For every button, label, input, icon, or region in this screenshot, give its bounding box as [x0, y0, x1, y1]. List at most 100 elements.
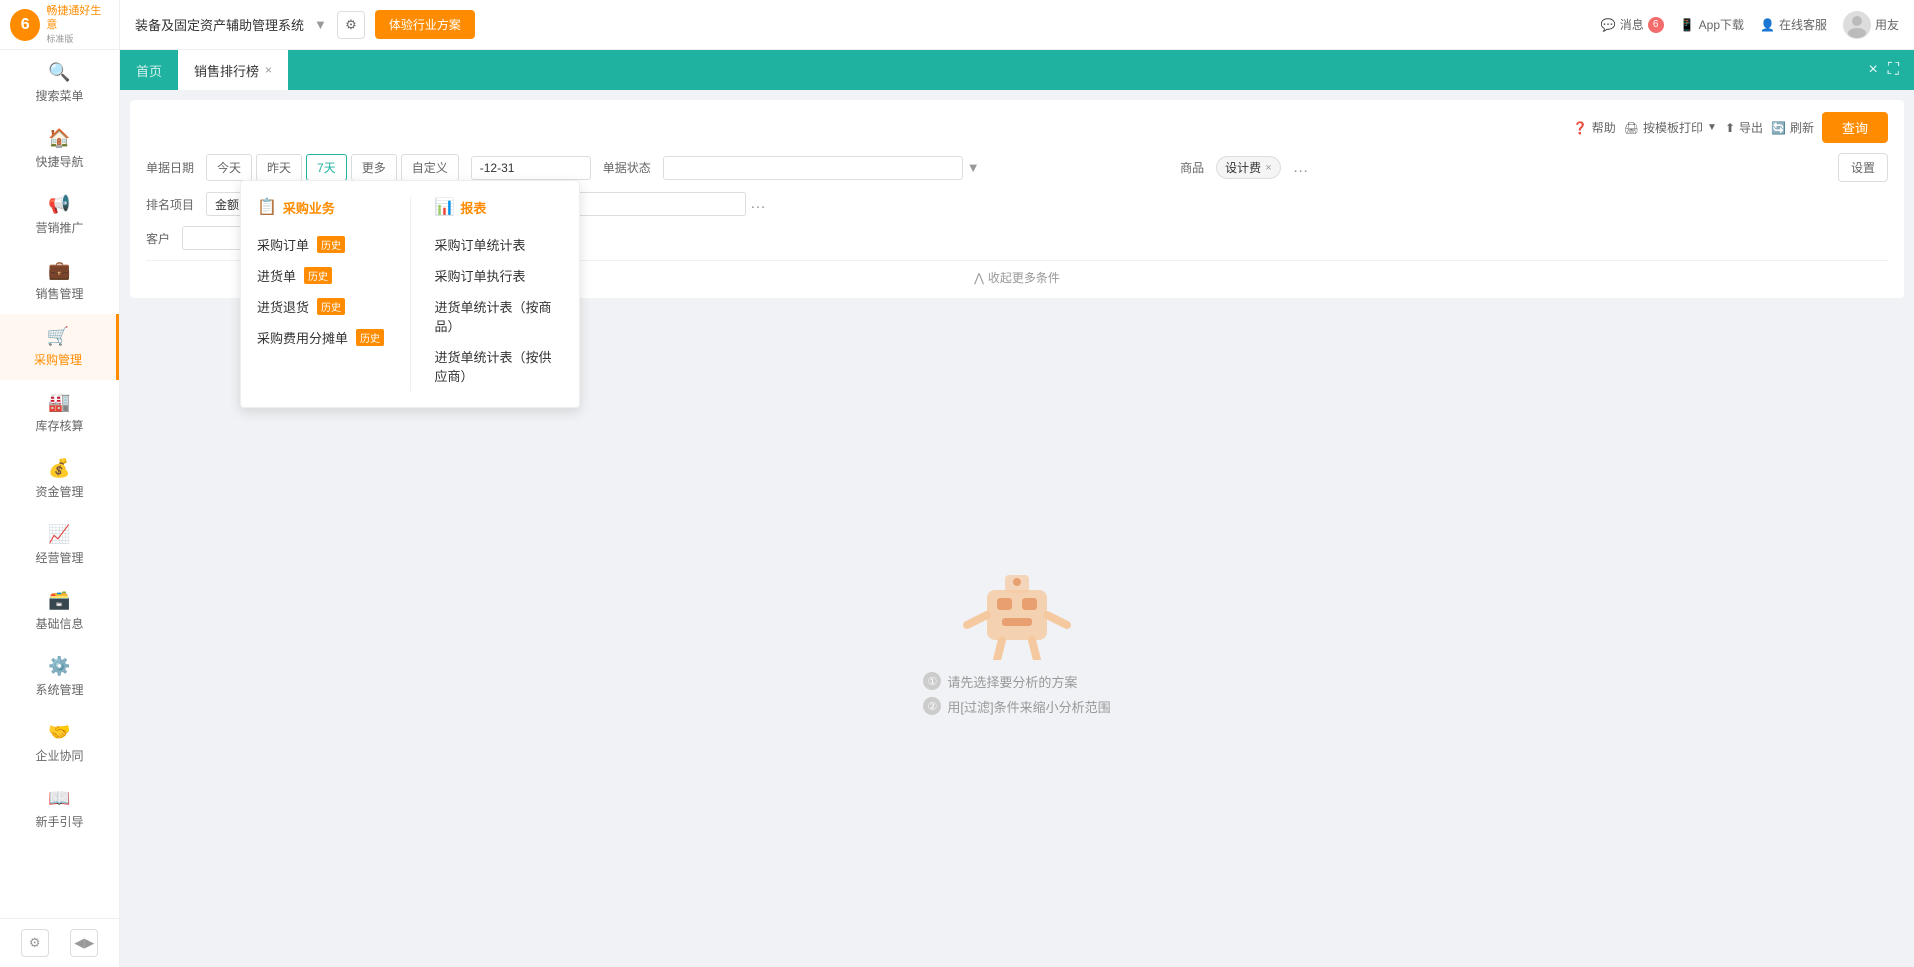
- sidebar-item-quicknav-label: 快捷导航: [35, 153, 83, 170]
- logo-text-group: 畅捷通好生意 标准版: [46, 4, 109, 46]
- dropdown-item-order-exec-label: 采购订单执行表: [435, 266, 526, 285]
- query-btn[interactable]: 查询: [1822, 112, 1888, 143]
- sidebar-item-enterprise[interactable]: 🤝 企业协同: [0, 710, 119, 776]
- dropdown-item-return-label: 进货退货: [257, 297, 309, 316]
- product-tag-close-btn[interactable]: ×: [1265, 162, 1271, 174]
- voucher-status-dropdown-icon: ▼: [967, 160, 980, 175]
- sales-icon: 💼: [48, 260, 70, 281]
- dropdown-col1-title: 📋 采购业务: [257, 197, 386, 217]
- sidebar-item-guide[interactable]: 📖 新手引导: [0, 776, 119, 842]
- sidebar-item-marketing[interactable]: 📢 营销推广: [0, 182, 119, 248]
- dropdown-item-receive[interactable]: 进货单 历史: [257, 260, 386, 291]
- sidebar-item-operations[interactable]: 📈 经营管理: [0, 512, 119, 578]
- sidebar-item-inventory[interactable]: 🏭 库存核算: [0, 380, 119, 446]
- date-quick-select: 今天 昨天 7天 更多 自定义: [206, 154, 459, 181]
- sidebar-item-sales[interactable]: 💼 销售管理: [0, 248, 119, 314]
- dropdown-item-receive-label: 进货单: [257, 266, 296, 285]
- dropdown-item-receive-stats-product[interactable]: 进货单统计表（按商品）: [435, 291, 564, 341]
- tab-close-btn[interactable]: ×: [265, 63, 272, 77]
- settings-btn[interactable]: 设置: [1838, 153, 1888, 182]
- empty-tip-2: ② 用[过滤]条件来缩小分析范围: [923, 697, 1110, 716]
- finance-icon: 💰: [48, 458, 70, 479]
- tab-sales-ranking-label: 销售排行榜: [194, 61, 259, 80]
- sidebar-item-sales-label: 销售管理: [35, 285, 83, 302]
- refresh-label: 刷新: [1790, 119, 1814, 136]
- dropdown-item-purchase-order[interactable]: 采购订单 历史: [257, 229, 386, 260]
- rank-label: 排名项目: [146, 196, 194, 213]
- tip-1-num: ①: [923, 672, 941, 690]
- dropdown-item-order-exec[interactable]: 采购订单执行表: [435, 260, 564, 291]
- operations-icon: 📈: [48, 524, 70, 545]
- dropdown-col2-title: 📊 报表: [435, 197, 564, 217]
- sidebar-settings-btn[interactable]: ⚙: [21, 929, 49, 957]
- date-end-input[interactable]: [471, 156, 591, 180]
- online-service-btn[interactable]: 👤 在线客服: [1760, 16, 1827, 33]
- product-tag: 设计费 ×: [1216, 156, 1280, 179]
- phone-icon: 📱: [1680, 18, 1695, 32]
- sidebar-item-guide-label: 新手引导: [35, 813, 83, 830]
- product-more-btn[interactable]: …: [1293, 159, 1309, 177]
- product-tag-text: 设计费: [1225, 159, 1261, 176]
- sidebar: 6 畅捷通好生意 标准版 🔍 搜索菜单 🏠 快捷导航 📢 营销推广 💼 销售管理…: [0, 0, 120, 967]
- dropdown-item-expense[interactable]: 采购费用分摊单 历史: [257, 322, 386, 353]
- print-template-btn[interactable]: 🖨 按模板打印 ▼: [1624, 119, 1717, 136]
- date-custom-btn[interactable]: 自定义: [401, 154, 459, 181]
- export-label: 导出: [1739, 119, 1763, 136]
- empty-tips: ① 请先选择要分析的方案 ② 用[过滤]条件来缩小分析范围: [923, 672, 1110, 716]
- message-btn[interactable]: 💬 消息 6: [1601, 16, 1664, 33]
- tab-fullscreen-btn[interactable]: ⛶: [1888, 61, 1899, 79]
- collapse-btn[interactable]: ⋀ 收起更多条件: [974, 269, 1060, 286]
- purchase-col-icon: 📋: [257, 197, 277, 217]
- sidebar-item-search[interactable]: 🔍 搜索菜单: [0, 50, 119, 116]
- tab-window-close-btn[interactable]: ×: [1868, 61, 1877, 79]
- date-more-btn[interactable]: 更多: [351, 154, 397, 181]
- filter-toolbar: ❓ 帮助 🖨 按模板打印 ▼ ⬆ 导出 🔄 刷新 查询: [146, 112, 1888, 143]
- help-icon: ❓: [1573, 121, 1588, 135]
- sidebar-item-purchase[interactable]: 🛒 采购管理: [0, 314, 119, 380]
- print-template-label: 按模板打印: [1643, 119, 1703, 136]
- app-download-btn[interactable]: 📱 App下载: [1680, 16, 1744, 33]
- sidebar-item-enterprise-label: 企业协同: [35, 747, 83, 764]
- user-avatar-btn[interactable]: 用友: [1843, 11, 1899, 39]
- industry-btn[interactable]: 体验行业方案: [375, 10, 475, 39]
- export-btn[interactable]: ⬆ 导出: [1725, 119, 1763, 136]
- reports-col-icon: 📊: [435, 197, 455, 217]
- topbar-gear-btn[interactable]: ⚙: [337, 11, 365, 39]
- user-label: 用友: [1875, 16, 1899, 33]
- dropdown-item-order-stats-label: 采购订单统计表: [435, 235, 526, 254]
- system-icon: ⚙️: [48, 656, 70, 677]
- date-7days-btn[interactable]: 7天: [306, 154, 347, 181]
- topbar: 装备及固定资产辅助管理系统 ▼ ⚙ 体验行业方案 💬 消息 6 📱 App下载 …: [120, 0, 1914, 50]
- logo-text: 畅捷通好生意: [46, 4, 109, 33]
- dropdown-item-return[interactable]: 进货退货 历史: [257, 291, 386, 322]
- sidebar-item-finance-label: 资金管理: [35, 483, 83, 500]
- dropdown-item-order-stats[interactable]: 采购订单统计表: [435, 229, 564, 260]
- sidebar-item-operations-label: 经营管理: [35, 549, 83, 566]
- tab-right-actions: × ⛶: [1868, 61, 1914, 79]
- tip-2-num: ②: [923, 697, 941, 715]
- topbar-dropdown-arrow[interactable]: ▼: [314, 17, 327, 32]
- tab-home[interactable]: 首页: [120, 50, 178, 90]
- enterprise-icon: 🤝: [48, 722, 70, 743]
- date-today-btn[interactable]: 今天: [206, 154, 252, 181]
- sidebar-item-basic-info[interactable]: 🗃️ 基础信息: [0, 578, 119, 644]
- date-yesterday-btn[interactable]: 昨天: [256, 154, 302, 181]
- purchase-icon: 🛒: [47, 326, 69, 347]
- help-btn[interactable]: ❓ 帮助: [1573, 119, 1616, 136]
- dropdown-item-receive-stats-supplier[interactable]: 进货单统计表（按供应商）: [435, 341, 564, 391]
- refresh-btn[interactable]: 🔄 刷新: [1771, 119, 1814, 136]
- sidebar-item-finance[interactable]: 💰 资金管理: [0, 446, 119, 512]
- collapse-label: 收起更多条件: [988, 269, 1060, 286]
- voucher-status-input[interactable]: [663, 156, 963, 180]
- dropdown-item-purchase-order-label: 采购订单: [257, 235, 309, 254]
- salesperson-more-btn[interactable]: …: [750, 195, 766, 213]
- sidebar-logo: 6 畅捷通好生意 标准版: [0, 0, 119, 50]
- tab-sales-ranking[interactable]: 销售排行榜 ×: [178, 50, 288, 90]
- home-icon: 🏠: [48, 128, 70, 149]
- dropdown-item-expense-label: 采购费用分摊单: [257, 328, 348, 347]
- sidebar-item-quicknav[interactable]: 🏠 快捷导航: [0, 116, 119, 182]
- topbar-title: 装备及固定资产辅助管理系统: [135, 15, 304, 34]
- sidebar-collapse-btn[interactable]: ◀▶: [70, 929, 98, 957]
- tabbar: 首页 销售排行榜 × × ⛶: [120, 50, 1914, 90]
- sidebar-item-system[interactable]: ⚙️ 系统管理: [0, 644, 119, 710]
